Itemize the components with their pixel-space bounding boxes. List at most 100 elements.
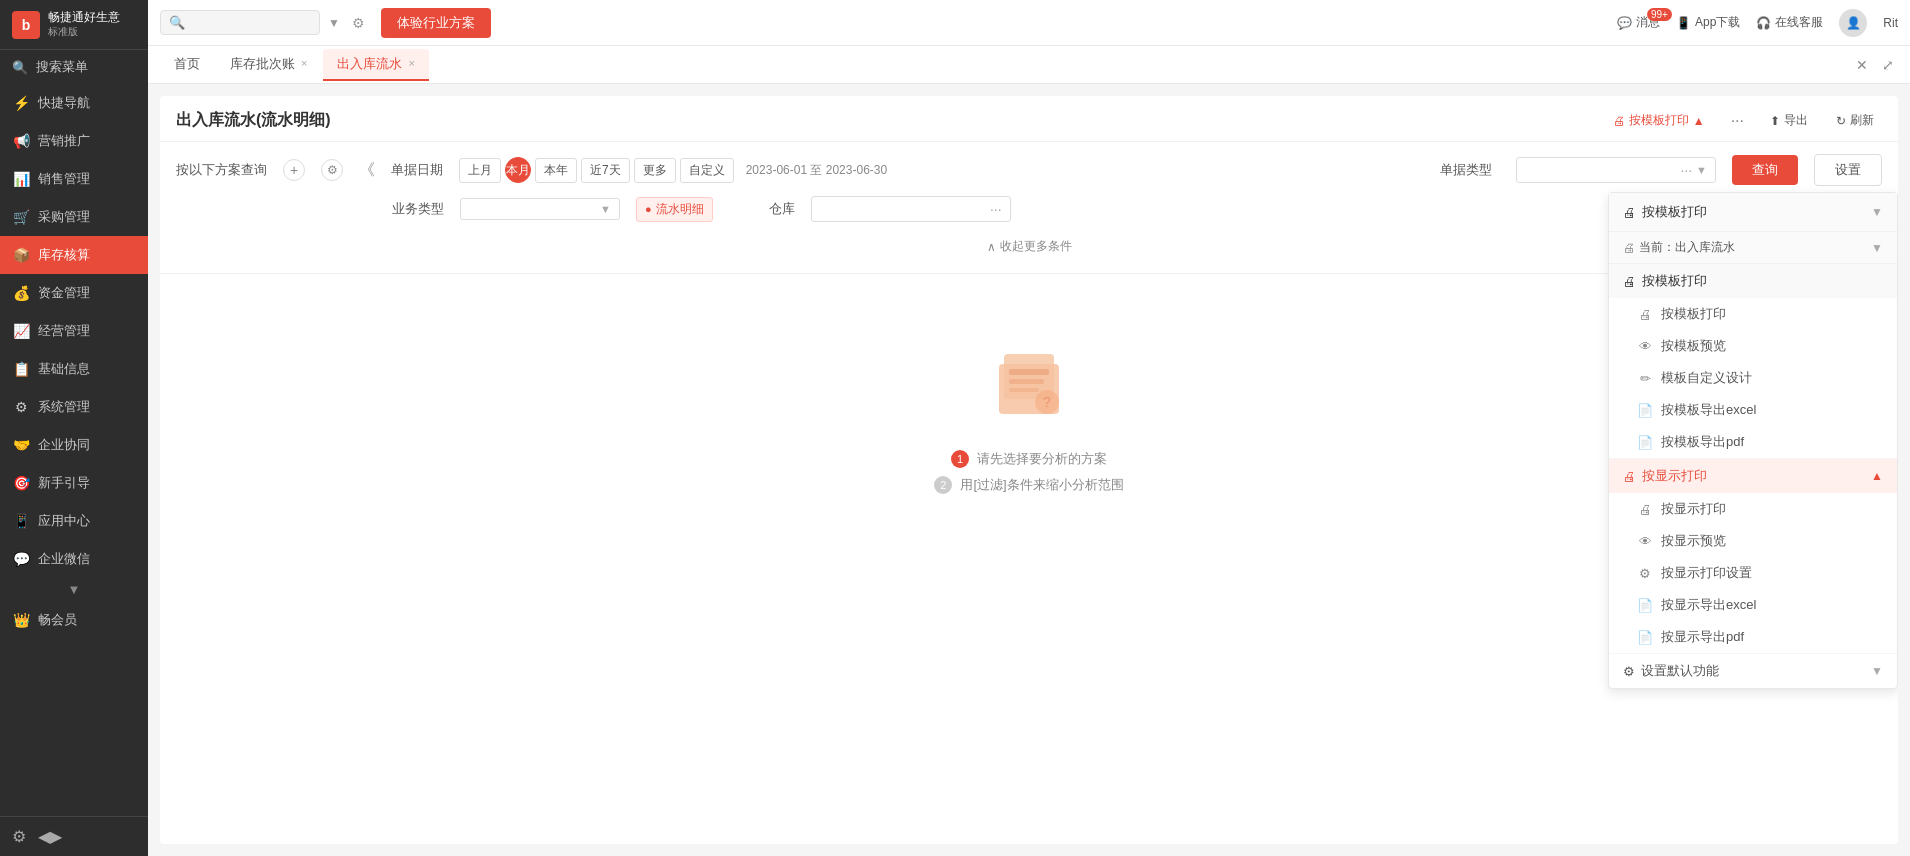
dropdown-section-template-header[interactable]: 🖨 按模板打印 (1609, 264, 1897, 298)
tab-close-all-icon[interactable]: ✕ (1852, 55, 1872, 75)
settings-icon[interactable]: ⚙ (12, 827, 26, 846)
flow-detail-tag[interactable]: ● 流水明细 (636, 197, 713, 222)
date-filter: 上月 本月 本年 近7天 更多 自定义 2023-06-01 至 2023-06… (459, 157, 1424, 183)
dropdown-item-display-print[interactable]: 🖨 按显示打印 (1609, 493, 1897, 525)
sidebar-nav: ⚡ 快捷导航 📢 营销推广 📊 销售管理 🛒 采购管理 📦 库存核算 💰 资金管… (0, 84, 148, 816)
filter-settings-button[interactable]: ⚙ (321, 159, 343, 181)
dropdown-current-row: 🖨 当前：出入库流水 ▼ (1609, 232, 1897, 264)
sidebar-item-system[interactable]: ⚙ 系统管理 (0, 388, 148, 426)
dropdown-footer[interactable]: ⚙ 设置默认功能 ▼ (1609, 654, 1897, 688)
operations-icon: 📈 (12, 322, 30, 340)
dropdown-item-template-print[interactable]: 🖨 按模板打印 (1609, 298, 1897, 330)
app-download-button[interactable]: 📱 App下载 (1676, 14, 1740, 31)
online-service-button[interactable]: 🎧 在线客服 (1756, 14, 1823, 31)
topbar-search-box[interactable]: 🔍 (160, 10, 320, 35)
business-type-field[interactable]: ▼ (460, 198, 620, 220)
date-this-month[interactable]: 本月 (505, 157, 531, 183)
sidebar-item-enterprise[interactable]: 🤝 企业协同 (0, 426, 148, 464)
date-custom[interactable]: 自定义 (680, 158, 734, 183)
tab-home[interactable]: 首页 (160, 49, 214, 81)
filter-collapse-button[interactable]: 《 (359, 160, 375, 181)
trial-button[interactable]: 体验行业方案 (381, 8, 491, 38)
dropdown-header-arrow-icon[interactable]: ▼ (1871, 205, 1883, 219)
bill-type-arrow-icon: ▼ (1696, 164, 1707, 176)
sidebar-item-vip[interactable]: 👑 畅会员 (0, 601, 148, 639)
step-1-text: 请先选择要分析的方案 (977, 450, 1107, 468)
warehouse-field[interactable]: ··· (811, 196, 1011, 222)
dropdown-item-display-excel[interactable]: 📄 按显示导出excel (1609, 589, 1897, 621)
sidebar-item-finance[interactable]: 💰 资金管理 (0, 274, 148, 312)
refresh-button[interactable]: ↻ 刷新 (1828, 108, 1882, 133)
item-pdf-icon: 📄 (1637, 435, 1653, 450)
more-options-icon[interactable]: ··· (1725, 110, 1750, 132)
collapse-sidebar-icon[interactable]: ◀▶ (38, 827, 62, 846)
sidebar-item-label: 系统管理 (38, 398, 90, 416)
item-label: 按模板导出pdf (1661, 433, 1744, 451)
user-avatar[interactable]: 👤 (1839, 9, 1867, 37)
sidebar-item-purchase[interactable]: 🛒 采购管理 (0, 198, 148, 236)
tab-batch-close[interactable]: × (301, 58, 307, 69)
export-button[interactable]: ⬆ 导出 (1762, 108, 1816, 133)
dropdown-item-display-settings[interactable]: ⚙ 按显示打印设置 (1609, 557, 1897, 589)
print-template-button[interactable]: 🖨 按模板打印 ▲ (1605, 108, 1713, 133)
sidebar-item-sales[interactable]: 📊 销售管理 (0, 160, 148, 198)
topbar: 🔍 ▼ ⚙ 体验行业方案 💬 消息 99+ 📱 App下载 🎧 在线客服 👤 R… (148, 0, 1910, 46)
username-label[interactable]: Rit (1883, 16, 1898, 30)
warehouse-more-icon[interactable]: ··· (990, 201, 1002, 217)
dropdown-item-template-preview[interactable]: 👁 按模板预览 (1609, 330, 1897, 362)
dropdown-header: 🖨 按模板打印 ▼ (1609, 193, 1897, 232)
dropdown-section-display-header[interactable]: 🖨 按显示打印 ▲ (1609, 459, 1897, 493)
dropdown-item-template-custom[interactable]: ✏ 模板自定义设计 (1609, 362, 1897, 394)
sidebar-item-label: 新手引导 (38, 474, 90, 492)
item-display-pdf-icon: 📄 (1637, 630, 1653, 645)
sidebar-item-inventory[interactable]: 📦 库存核算 (0, 236, 148, 274)
sidebar-item-label: 畅会员 (38, 611, 77, 629)
date-label: 单据日期 (391, 161, 443, 179)
sidebar-item-label: 销售管理 (38, 170, 90, 188)
export-label: 导出 (1784, 112, 1808, 129)
footer-settings-icon: ⚙ (1623, 664, 1635, 679)
topbar-gear-icon[interactable]: ⚙ (352, 15, 365, 31)
dropdown-item-template-pdf[interactable]: 📄 按模板导出pdf (1609, 426, 1897, 458)
guide-icon: 🎯 (12, 474, 30, 492)
date-last-7[interactable]: 近7天 (581, 158, 630, 183)
date-this-year[interactable]: 本年 (535, 158, 577, 183)
query-button[interactable]: 查询 (1732, 155, 1798, 185)
tab-maximize-icon[interactable]: ⤢ (1878, 55, 1898, 75)
dropdown-current-arrow[interactable]: ▼ (1871, 241, 1883, 255)
sidebar-item-operations[interactable]: 📈 经营管理 (0, 312, 148, 350)
date-last-month[interactable]: 上月 (459, 158, 501, 183)
sidebar-item-base[interactable]: 📋 基础信息 (0, 350, 148, 388)
print-label: 按模板打印 (1629, 112, 1689, 129)
app-icon: 📱 (1676, 16, 1691, 30)
item-label: 按显示打印设置 (1661, 564, 1752, 582)
dropdown-item-template-excel[interactable]: 📄 按模板导出excel (1609, 394, 1897, 426)
tab-batch-account[interactable]: 库存批次账 × (216, 49, 321, 81)
item-label: 按模板导出excel (1661, 401, 1756, 419)
dropdown-item-display-pdf[interactable]: 📄 按显示导出pdf (1609, 621, 1897, 653)
message-button[interactable]: 💬 消息 99+ (1617, 14, 1660, 31)
bill-type-field[interactable]: ··· ▼ (1516, 157, 1716, 183)
sidebar-item-app-center[interactable]: 📱 应用中心 (0, 502, 148, 540)
section-print-icon: 🖨 (1623, 274, 1636, 289)
sidebar-item-wechat[interactable]: 💬 企业微信 (0, 540, 148, 578)
bill-type-more-icon[interactable]: ··· (1680, 162, 1692, 178)
settings-button[interactable]: 设置 (1814, 154, 1882, 186)
tab-flow-close[interactable]: × (408, 58, 414, 69)
date-more[interactable]: 更多 (634, 158, 676, 183)
sidebar-bottom: ⚙ ◀▶ (0, 816, 148, 856)
sidebar-scroll-down[interactable]: ▼ (0, 578, 148, 601)
wechat-icon: 💬 (12, 550, 30, 568)
sidebar-item-quick-nav[interactable]: ⚡ 快捷导航 (0, 84, 148, 122)
filter-add-button[interactable]: + (283, 159, 305, 181)
sidebar-item-marketing[interactable]: 📢 营销推广 (0, 122, 148, 160)
sidebar-item-label: 库存核算 (38, 246, 90, 264)
topbar-search-input[interactable] (189, 16, 309, 30)
print-dropdown-panel: 🖨 按模板打印 ▼ 🖨 当前：出入库流水 ▼ 🖨 按 (1608, 192, 1898, 689)
sidebar-search[interactable]: 🔍 搜索菜单 (0, 50, 148, 84)
tabs-window-controls: ✕ ⤢ (1852, 55, 1898, 75)
tab-flow[interactable]: 出入库流水 × (323, 49, 428, 81)
topbar-chevron-icon[interactable]: ▼ (328, 16, 340, 30)
dropdown-item-display-preview[interactable]: 👁 按显示预览 (1609, 525, 1897, 557)
sidebar-item-guide[interactable]: 🎯 新手引导 (0, 464, 148, 502)
